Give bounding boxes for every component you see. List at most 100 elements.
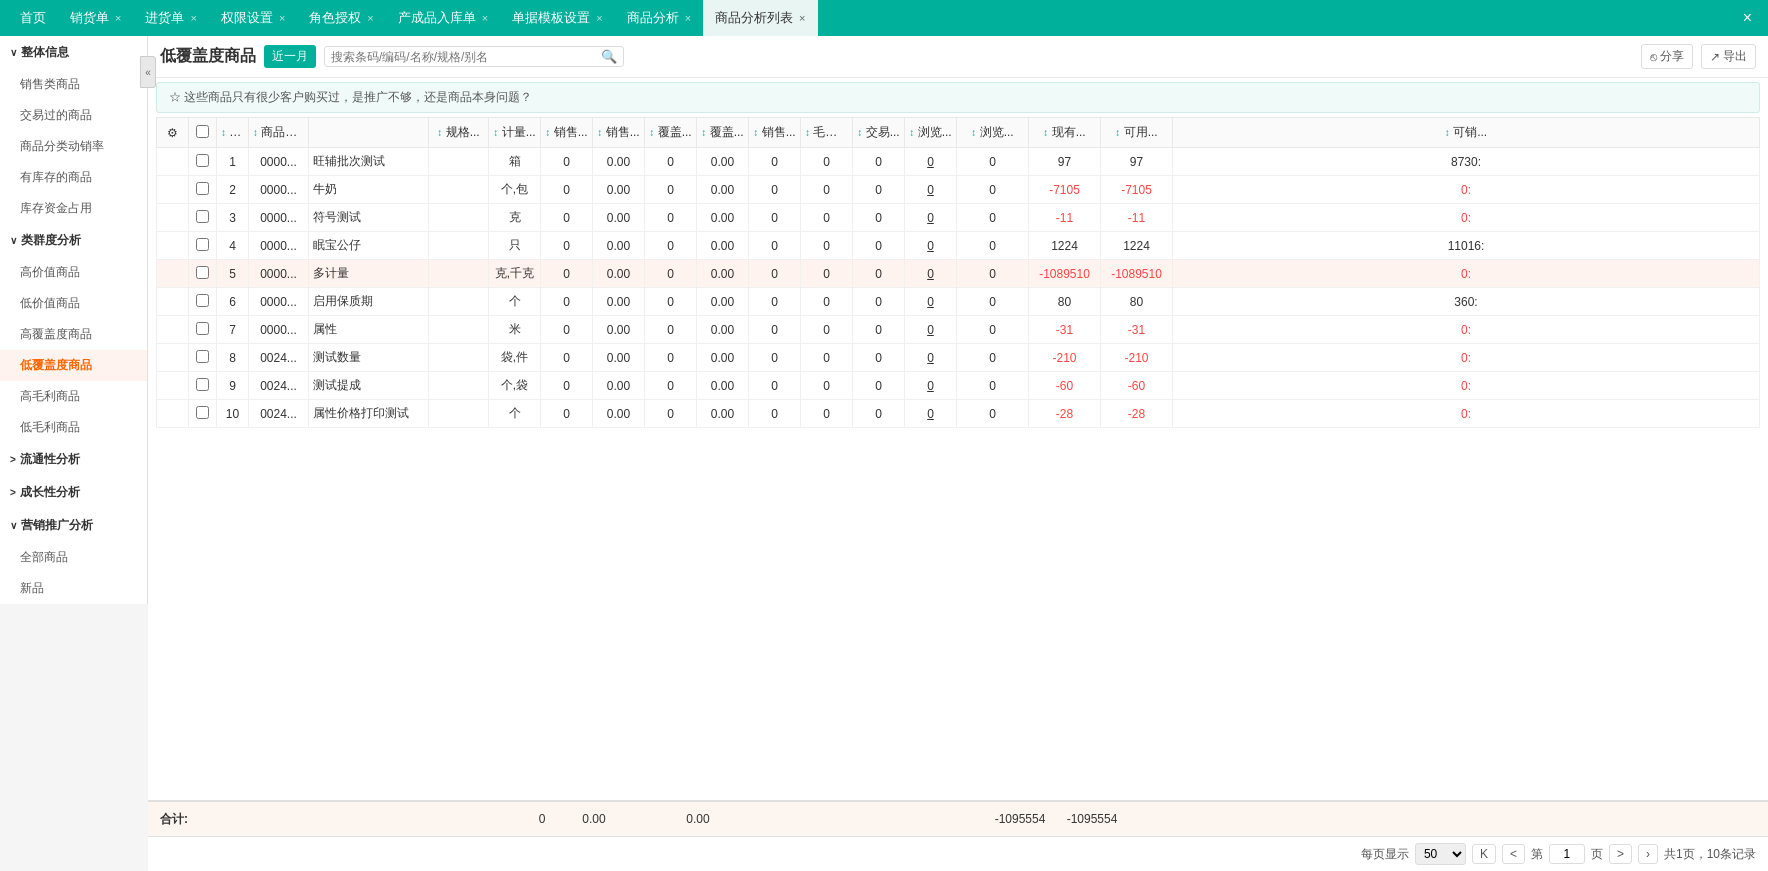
sidebar-item-sales-goods[interactable]: 销售类商品: [0, 69, 147, 100]
table-wrapper[interactable]: ⚙ ↕ 商... ↕ 商品名称 ↕ 规格... ↕ 计量... ↕ 销售... …: [148, 117, 1768, 800]
row-checkbox[interactable]: [196, 406, 209, 419]
row-browse1[interactable]: 0: [905, 400, 957, 428]
row-checkbox[interactable]: [196, 182, 209, 195]
col-browse2-header: ↕ 浏览...: [957, 118, 1029, 148]
row-checkbox-cell[interactable]: [189, 260, 217, 288]
row-avail-stock: -28: [1101, 400, 1173, 428]
row-checkbox-cell[interactable]: [189, 148, 217, 176]
prev-page-button[interactable]: <: [1502, 844, 1525, 864]
sidebar-collapse-button[interactable]: «: [140, 56, 156, 88]
sidebar-section-overall[interactable]: ∨ 整体信息: [0, 36, 147, 69]
close-icon[interactable]: ×: [190, 12, 196, 24]
search-input[interactable]: [331, 50, 601, 64]
row-trade: 0: [853, 204, 905, 232]
row-checkbox[interactable]: [196, 266, 209, 279]
nav-purchase-order[interactable]: 进货单 ×: [133, 0, 208, 36]
sidebar-item-all-goods[interactable]: 全部商品: [0, 542, 147, 573]
row-checkbox-cell[interactable]: [189, 232, 217, 260]
time-filter-button[interactable]: 近一月: [264, 45, 316, 68]
close-icon[interactable]: ×: [482, 12, 488, 24]
row-checkbox-cell[interactable]: [189, 344, 217, 372]
row-browse1[interactable]: 0: [905, 232, 957, 260]
row-name: 测试提成: [309, 372, 429, 400]
row-checkbox[interactable]: [196, 350, 209, 363]
nav-permissions[interactable]: 权限设置 ×: [209, 0, 297, 36]
page-number-input[interactable]: [1549, 844, 1585, 864]
col-settings-header[interactable]: ⚙: [157, 118, 189, 148]
row-sales-amt: 0.00: [593, 148, 645, 176]
row-checkbox-cell[interactable]: [189, 204, 217, 232]
last-page-button[interactable]: ›: [1638, 844, 1658, 864]
sidebar-item-high-coverage[interactable]: 高覆盖度商品: [0, 319, 147, 350]
row-cover1: 0: [645, 176, 697, 204]
close-icon[interactable]: ×: [799, 12, 805, 24]
row-browse1[interactable]: 0: [905, 372, 957, 400]
close-icon[interactable]: ×: [367, 12, 373, 24]
row-browse1[interactable]: 0: [905, 316, 957, 344]
sidebar-item-traded-goods[interactable]: 交易过的商品: [0, 100, 147, 131]
row-checkbox[interactable]: [196, 154, 209, 167]
row-checkbox-cell[interactable]: [189, 176, 217, 204]
nav-product-inbound[interactable]: 产成品入库单 ×: [386, 0, 500, 36]
col-check-header[interactable]: [189, 118, 217, 148]
sidebar-section-growth[interactable]: > 成长性分析: [0, 476, 147, 509]
row-checkbox[interactable]: [196, 238, 209, 251]
row-checkbox[interactable]: [196, 294, 209, 307]
sidebar-item-with-stock[interactable]: 有库存的商品: [0, 162, 147, 193]
row-browse1[interactable]: 0: [905, 204, 957, 232]
row-code: 0000...: [249, 204, 309, 232]
row-browse1[interactable]: 0: [905, 344, 957, 372]
nav-sales-order[interactable]: 销货单 ×: [58, 0, 133, 36]
select-all-checkbox[interactable]: [196, 125, 209, 138]
sidebar-item-low-margin[interactable]: 低毛利商品: [0, 412, 147, 443]
nav-product-analysis-list[interactable]: 商品分析列表 ×: [703, 0, 817, 36]
close-icon[interactable]: ×: [115, 12, 121, 24]
row-browse1[interactable]: 0: [905, 176, 957, 204]
row-checkbox-cell[interactable]: [189, 288, 217, 316]
row-no: 5: [217, 260, 249, 288]
row-no: 3: [217, 204, 249, 232]
sidebar-section-marketing[interactable]: ∨ 营销推广分析: [0, 509, 147, 542]
sidebar-section-group[interactable]: ∨ 类群度分析: [0, 224, 147, 257]
export-button[interactable]: ↗ 导出: [1701, 44, 1756, 69]
data-table: ⚙ ↕ 商... ↕ 商品名称 ↕ 规格... ↕ 计量... ↕ 销售... …: [156, 117, 1760, 428]
sidebar-item-category-rate[interactable]: 商品分类动销率: [0, 131, 147, 162]
row-checkbox[interactable]: [196, 210, 209, 223]
close-icon[interactable]: ×: [685, 12, 691, 24]
sidebar-item-new-goods[interactable]: 新品: [0, 573, 147, 604]
col-name-header: [309, 118, 429, 148]
row-cover1: 0: [645, 316, 697, 344]
first-page-button[interactable]: K: [1472, 844, 1496, 864]
col-gross-rate-header: ↕ 毛利率: [801, 118, 853, 148]
row-current-stock: -11: [1029, 204, 1101, 232]
row-checkbox-cell[interactable]: [189, 400, 217, 428]
row-checkbox[interactable]: [196, 322, 209, 335]
close-icon[interactable]: ×: [279, 12, 285, 24]
row-checkbox-cell[interactable]: [189, 316, 217, 344]
nav-product-analysis[interactable]: 商品分析 ×: [615, 0, 703, 36]
nav-roles[interactable]: 角色授权 ×: [297, 0, 385, 36]
nav-home[interactable]: 首页: [8, 0, 58, 36]
next-page-button[interactable]: >: [1609, 844, 1632, 864]
sidebar-item-high-value[interactable]: 高价值商品: [0, 257, 147, 288]
row-checkbox-cell[interactable]: [189, 372, 217, 400]
per-page-select[interactable]: 20 50 100: [1415, 843, 1466, 865]
sidebar-section-circulation[interactable]: > 流通性分析: [0, 443, 147, 476]
close-icon[interactable]: ×: [596, 12, 602, 24]
close-all-button[interactable]: ×: [1735, 9, 1760, 27]
row-browse1[interactable]: 0: [905, 288, 957, 316]
nav-template-settings[interactable]: 单据模板设置 ×: [500, 0, 614, 36]
row-browse1[interactable]: 0: [905, 148, 957, 176]
sidebar-item-high-margin[interactable]: 高毛利商品: [0, 381, 147, 412]
row-sales-qty: 0: [541, 204, 593, 232]
sidebar-item-low-value[interactable]: 低价值商品: [0, 288, 147, 319]
row-checkbox[interactable]: [196, 378, 209, 391]
row-trade: 0: [853, 260, 905, 288]
share-button[interactable]: ⎋ 分享: [1641, 44, 1693, 69]
sidebar-item-stock-funds[interactable]: 库存资金占用: [0, 193, 147, 224]
sidebar-item-low-coverage[interactable]: 低覆盖度商品: [0, 350, 147, 381]
row-trade: 0: [853, 344, 905, 372]
row-browse1[interactable]: 0: [905, 260, 957, 288]
page-label: 第: [1531, 846, 1543, 863]
row-spec: [429, 344, 489, 372]
